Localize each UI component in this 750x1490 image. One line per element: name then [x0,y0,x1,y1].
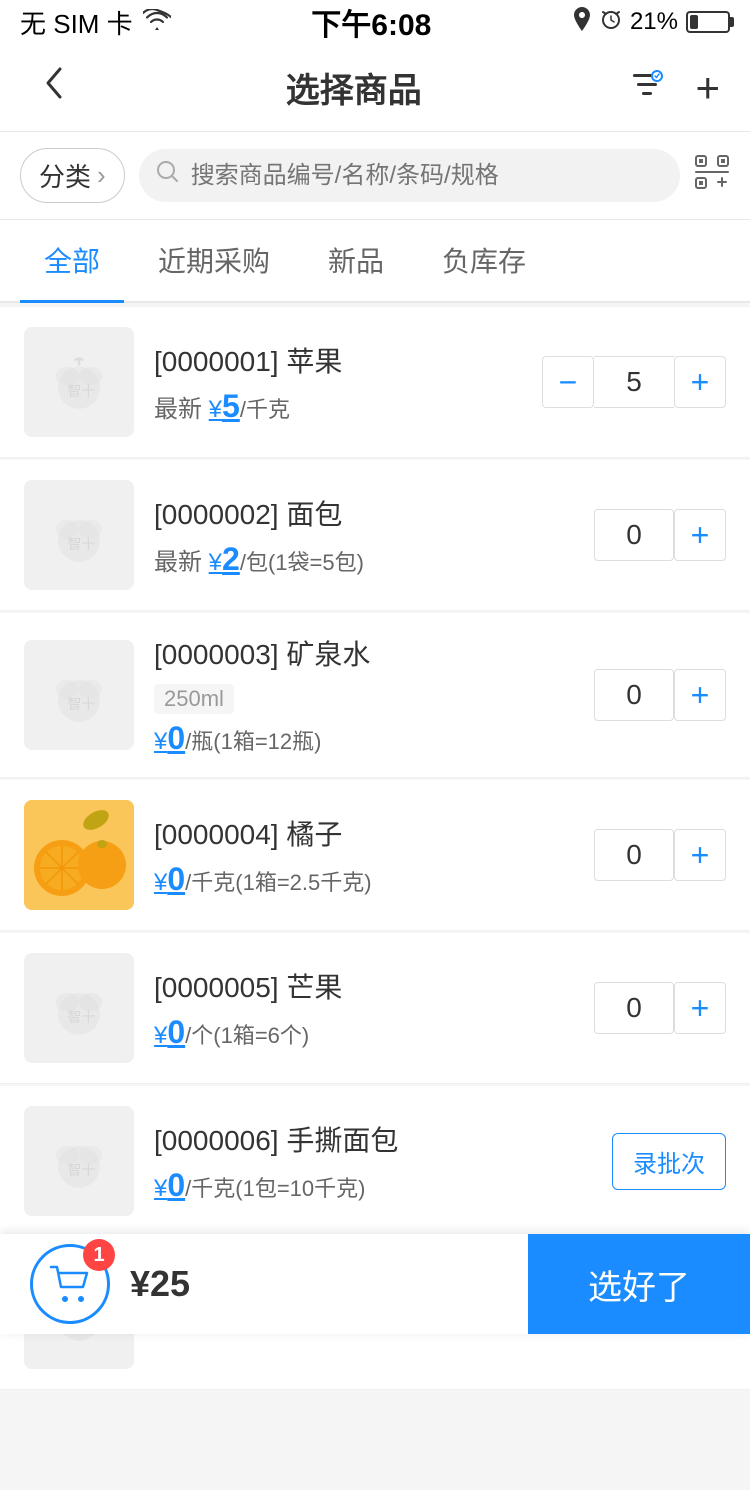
product-thumbnail [24,800,134,910]
product-name: [0000002] 面包 [154,493,574,533]
qty-input[interactable] [594,669,674,721]
tab-bar: 全部 近期采购 新品 负库存 [0,220,750,303]
svg-text:智十: 智十 [67,383,95,399]
list-item: 智十 [0000002] 面包 最新 ¥2/包(1袋=5包) + [0,460,750,611]
qty-control: + [594,982,726,1034]
qty-input[interactable] [594,356,674,408]
status-left: 无 SIM 卡 [20,4,171,41]
list-item: 智十 [0000001] 苹果 最新 ¥5/千克 − + [0,307,750,458]
list-item: 智十 [0000006] 手撕面包 ¥0/千克(1包=10千克) 录批次 [0,1086,750,1237]
cart-icon-button[interactable]: 1 [30,1244,110,1324]
product-info: [0000006] 手撕面包 ¥0/千克(1包=10千克) [154,1119,592,1204]
search-icon [155,159,181,192]
category-label: 分类 [39,157,91,194]
cart-total: ¥25 [130,1263,190,1305]
battery-percent: 21% [630,8,678,36]
product-name: [0000004] 橘子 [154,813,574,853]
product-thumbnail: 智十 [24,953,134,1063]
tab-new[interactable]: 新品 [304,220,408,303]
page-title: 选择商品 [286,63,422,112]
filter-icon[interactable] [629,66,665,109]
product-thumbnail: 智十 [24,640,134,750]
status-time: 下午6:08 [311,0,431,44]
qty-input[interactable] [594,829,674,881]
list-item: 智十 [0000003] 矿泉水 250ml ¥0/瓶(1箱=12瓶) + [0,613,750,778]
qty-plus-button[interactable]: + [674,829,726,881]
product-price: ¥0/个(1箱=6个) [154,1014,574,1051]
qty-plus-button[interactable]: + [674,509,726,561]
qty-input[interactable] [594,982,674,1034]
svg-text:智十: 智十 [67,1009,95,1025]
search-input[interactable] [191,162,664,190]
svg-text:智十: 智十 [67,536,95,552]
tab-negative[interactable]: 负库存 [418,220,550,303]
svg-text:智十: 智十 [67,696,95,712]
svg-text:智十: 智十 [67,1162,95,1178]
record-batch-button[interactable]: 录批次 [612,1133,726,1190]
search-box [139,149,680,202]
product-name: [0000003] 矿泉水 [154,633,574,673]
cart-section: 1 ¥25 [0,1244,190,1324]
product-spec: 250ml [154,684,234,714]
battery-icon [686,11,730,33]
product-thumbnail: 智十 [24,327,134,437]
filter-bar: 分类 › [0,132,750,220]
alarm-icon [600,8,622,37]
product-price: 最新 ¥2/包(1袋=5包) [154,541,574,578]
confirm-button[interactable]: 选好了 [528,1234,750,1334]
chevron-right-icon: › [97,160,106,191]
list-item: 智十 [0000005] 芒果 ¥0/个(1箱=6个) + [0,933,750,1084]
product-price: ¥0/千克(1包=10千克) [154,1167,592,1204]
wifi-icon [143,7,171,38]
status-bar: 无 SIM 卡 下午6:08 21% [0,0,750,44]
qty-plus-button[interactable]: + [674,982,726,1034]
qty-minus-button[interactable]: − [542,356,594,408]
scan-icon[interactable] [694,154,730,198]
product-name: [0000001] 苹果 [154,340,522,380]
tab-recent[interactable]: 近期采购 [134,220,294,303]
product-info: [0000002] 面包 最新 ¥2/包(1袋=5包) [154,493,574,578]
qty-control: + [594,509,726,561]
product-name: [0000005] 芒果 [154,966,574,1006]
list-item: [0000004] 橘子 ¥0/千克(1箱=2.5千克) + [0,780,750,931]
product-name: [0000006] 手撕面包 [154,1119,592,1159]
carrier-label: 无 SIM 卡 [20,4,133,41]
cart-badge: 1 [83,1239,115,1271]
bottom-bar: 1 ¥25 选好了 [0,1234,750,1334]
nav-actions: + [629,66,720,109]
category-button[interactable]: 分类 › [20,148,125,203]
back-button[interactable] [30,51,78,124]
qty-control: + [594,829,726,881]
product-price: ¥0/千克(1箱=2.5千克) [154,861,574,898]
product-thumbnail: 智十 [24,1106,134,1216]
product-info: [0000003] 矿泉水 250ml ¥0/瓶(1箱=12瓶) [154,633,574,757]
qty-control: − + [542,356,726,408]
location-icon [572,7,592,38]
product-list: 智十 [0000001] 苹果 最新 ¥5/千克 − + 智十 [ [0,307,750,1390]
tab-all[interactable]: 全部 [20,220,124,303]
qty-input[interactable] [594,509,674,561]
product-price: 最新 ¥5/千克 [154,388,522,425]
status-right: 21% [572,7,730,38]
product-info: [0000004] 橘子 ¥0/千克(1箱=2.5千克) [154,813,574,898]
nav-bar: 选择商品 + [0,44,750,132]
product-thumbnail: 智十 [24,480,134,590]
add-icon[interactable]: + [695,67,720,109]
product-info: [0000005] 芒果 ¥0/个(1箱=6个) [154,966,574,1051]
qty-plus-button[interactable]: + [674,356,726,408]
qty-control: + [594,669,726,721]
product-info: [0000001] 苹果 最新 ¥5/千克 [154,340,522,425]
qty-plus-button[interactable]: + [674,669,726,721]
product-price: ¥0/瓶(1箱=12瓶) [154,720,574,757]
